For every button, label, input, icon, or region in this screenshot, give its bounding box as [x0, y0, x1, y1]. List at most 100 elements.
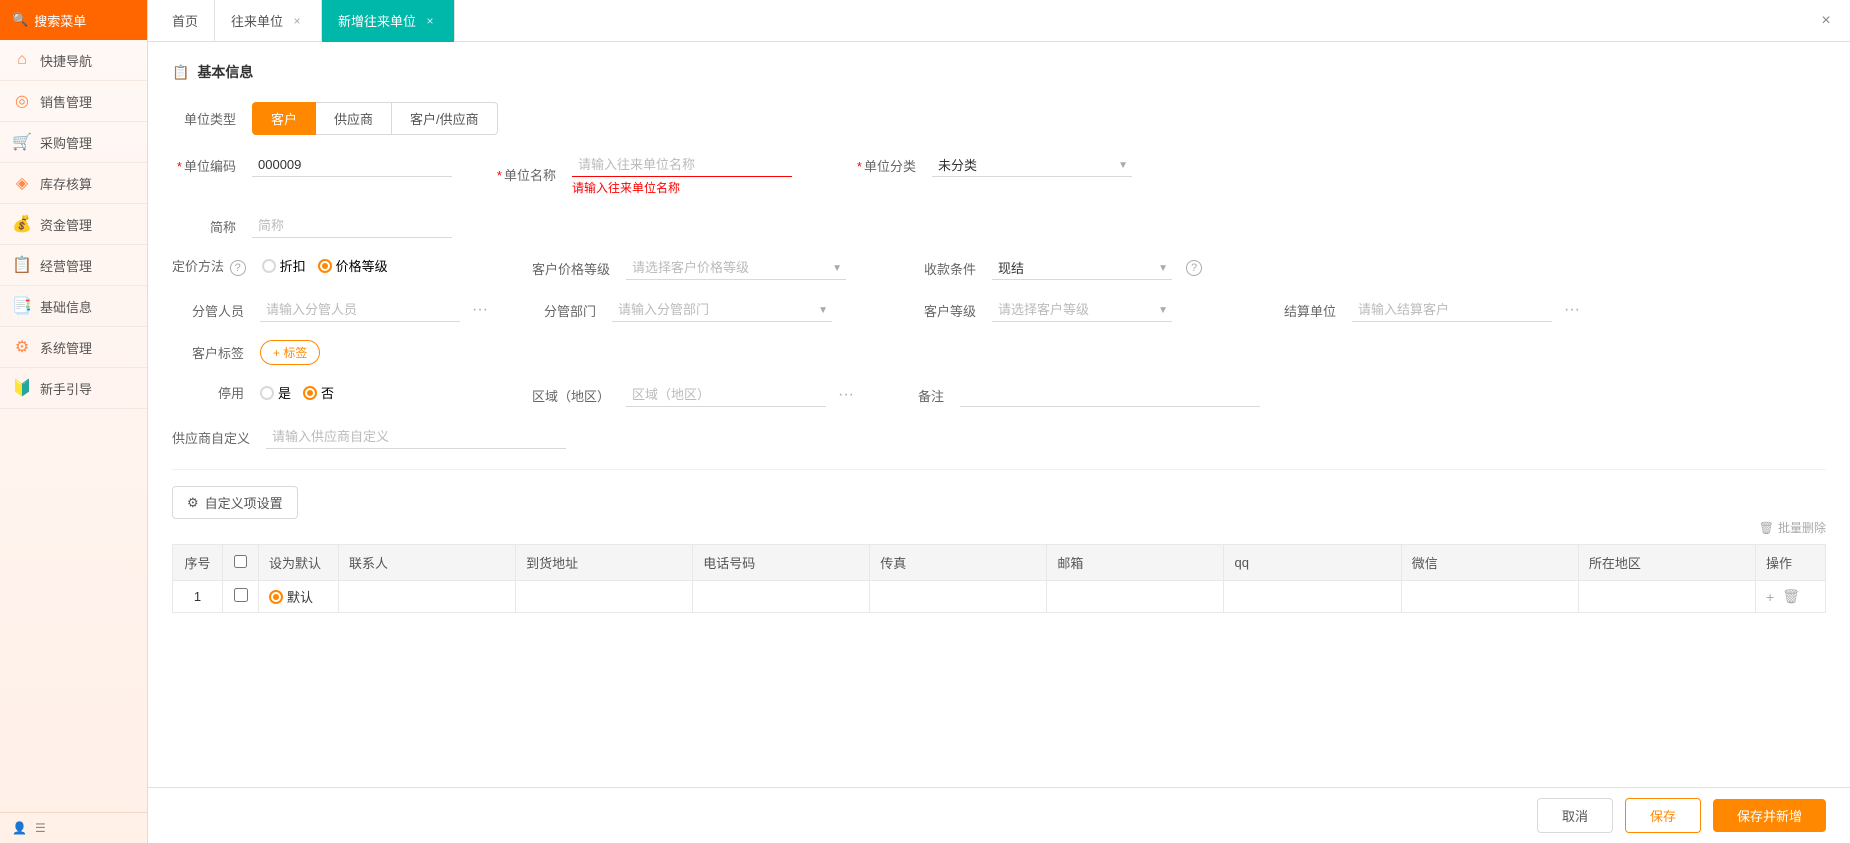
remark-input[interactable] [960, 383, 1260, 407]
tab-partner-list-close[interactable]: × [289, 13, 305, 29]
contact-input[interactable] [349, 589, 505, 604]
col-phone: 电话号码 [693, 545, 870, 581]
finance-icon: 💰 [12, 214, 32, 234]
name-input-wrapper: 请输入往来单位名称 [572, 153, 792, 196]
delete-row-button[interactable]: 🗑 [1782, 588, 1800, 605]
manager-label: 分管人员 [172, 301, 252, 320]
manager-more-btn[interactable]: ··· [468, 301, 492, 319]
qq-input[interactable] [1234, 589, 1390, 604]
unit-type-both-btn[interactable]: 客户/供应商 [392, 102, 498, 135]
pricing-radio-level[interactable]: 价格等级 [318, 256, 388, 275]
settle-unit-input[interactable] [1352, 298, 1552, 322]
pricing-level-circle [318, 259, 332, 273]
category-input[interactable] [932, 153, 1132, 177]
section-header: 📋 基本信息 [172, 62, 1826, 82]
sidebar-item-label: 系统管理 [40, 338, 92, 357]
phone-input[interactable] [703, 589, 859, 604]
sidebar-item-purchase[interactable]: 🛒 采购管理 [0, 122, 147, 163]
col-email: 邮箱 [1047, 545, 1224, 581]
save-new-button[interactable]: 保存并新增 [1713, 799, 1826, 832]
basic-info-icon: 📑 [12, 296, 32, 316]
disable-radio-group: 是 否 [260, 383, 334, 402]
tab-new-partner[interactable]: 新增往来单位 × [322, 0, 455, 42]
sidebar-item-finance[interactable]: 💰 资金管理 [0, 204, 147, 245]
wechat-input[interactable] [1412, 589, 1568, 604]
cell-fax [870, 581, 1047, 613]
disable-field: 停用 是 否 [172, 383, 532, 402]
name-field: *单位名称 请输入往来单位名称 [492, 153, 852, 196]
settings-gear-icon: ⚙ [187, 495, 199, 511]
region-more-btn[interactable]: ··· [834, 386, 858, 404]
disable-radio-yes[interactable]: 是 [260, 383, 291, 402]
custom-settings-button[interactable]: ⚙ 自定义项设置 [172, 486, 298, 519]
close-all-tabs-button[interactable]: × [1810, 5, 1842, 37]
payment-field: 收款条件 ▼ ? [912, 256, 1826, 280]
unit-type-label: 单位类型 [172, 109, 244, 128]
payment-input[interactable] [992, 256, 1172, 280]
dept-field: 分管部门 ▼ [532, 298, 912, 322]
row-region-input[interactable] [1589, 589, 1745, 604]
batch-delete-area: 🗑 批量删除 [172, 519, 1826, 536]
sidebar-item-operation[interactable]: 📋 经营管理 [0, 245, 147, 286]
supplier-custom-input[interactable] [266, 425, 566, 449]
sidebar-search[interactable]: 🔍 搜索菜单 [0, 0, 147, 40]
address-input[interactable] [526, 589, 682, 604]
customer-level-field: 客户等级 ▼ [912, 298, 1272, 322]
col-wechat: 微信 [1401, 545, 1578, 581]
email-input[interactable] [1057, 589, 1213, 604]
select-all-checkbox[interactable] [234, 555, 247, 568]
customer-price-input[interactable] [626, 256, 846, 280]
sidebar-search-label: 搜索菜单 [34, 11, 86, 30]
section-icon: 📋 [172, 64, 189, 81]
row-default-radio[interactable]: 默认 [269, 587, 328, 606]
sidebar-item-guide[interactable]: 🔰 新手引导 [0, 368, 147, 409]
pricing-radio-group: 折扣 价格等级 [262, 256, 388, 275]
add-tag-button[interactable]: + 标签 [260, 340, 320, 365]
customer-level-select-wrapper: ▼ [992, 298, 1172, 322]
tab-new-partner-close[interactable]: × [422, 13, 438, 29]
customer-price-select-wrapper: ▼ [626, 256, 846, 280]
dept-input[interactable] [612, 298, 832, 322]
sidebar-user-icon: 👤 [12, 821, 27, 835]
save-button[interactable]: 保存 [1625, 798, 1701, 833]
contact-table: 序号 设为默认 联系人 到货地址 电话号码 传真 邮箱 qq 微信 所在地区 操… [172, 544, 1826, 613]
tab-home[interactable]: 首页 [156, 0, 215, 42]
batch-delete-label[interactable]: 批量删除 [1778, 519, 1826, 536]
region-input[interactable] [626, 383, 826, 407]
tab-partner-list-label: 往来单位 [231, 11, 283, 30]
sidebar-item-inventory[interactable]: ◈ 库存核算 [0, 163, 147, 204]
pricing-help-icon[interactable]: ? [230, 260, 246, 276]
disable-radio-no[interactable]: 否 [303, 383, 334, 402]
guide-icon: 🔰 [12, 378, 32, 398]
cell-action: + 🗑 [1756, 581, 1826, 613]
unit-type-customer-btn[interactable]: 客户 [252, 102, 316, 135]
sidebar-item-sales[interactable]: ◎ 销售管理 [0, 81, 147, 122]
customer-level-input[interactable] [992, 298, 1172, 322]
name-input[interactable] [572, 153, 792, 177]
cancel-button[interactable]: 取消 [1537, 798, 1613, 833]
add-row-button[interactable]: + [1766, 589, 1774, 605]
unit-type-supplier-btn[interactable]: 供应商 [316, 102, 392, 135]
sidebar-footer: 👤 ☰ [0, 812, 147, 843]
customer-price-label: 客户价格等级 [532, 259, 618, 278]
settle-unit-more-btn[interactable]: ··· [1560, 301, 1584, 319]
manager-input[interactable] [260, 298, 460, 322]
row-checkbox[interactable] [234, 588, 248, 602]
batch-delete-icon: 🗑 [1759, 521, 1774, 535]
tab-partner-list[interactable]: 往来单位 × [215, 0, 322, 42]
remark-field: 备注 [912, 383, 1826, 407]
pricing-radio-discount[interactable]: 折扣 [262, 256, 306, 275]
tags-label: 客户标签 [172, 343, 252, 362]
sidebar-item-system[interactable]: ⚙ 系统管理 [0, 327, 147, 368]
purchase-icon: 🛒 [12, 132, 32, 152]
payment-help-icon[interactable]: ? [1186, 260, 1202, 276]
cell-seq: 1 [173, 581, 223, 613]
shortname-input[interactable] [252, 214, 452, 238]
tab-home-label: 首页 [172, 11, 198, 30]
sidebar-menu-icon: ☰ [35, 821, 46, 835]
sidebar-item-quick-nav[interactable]: ⌂ 快捷导航 [0, 40, 147, 81]
fax-input[interactable] [880, 589, 1036, 604]
pricing-method-field: 定价方法 ? 折扣 价格等级 [172, 256, 532, 276]
sidebar-item-basic-info[interactable]: 📑 基础信息 [0, 286, 147, 327]
code-input[interactable] [252, 153, 452, 177]
